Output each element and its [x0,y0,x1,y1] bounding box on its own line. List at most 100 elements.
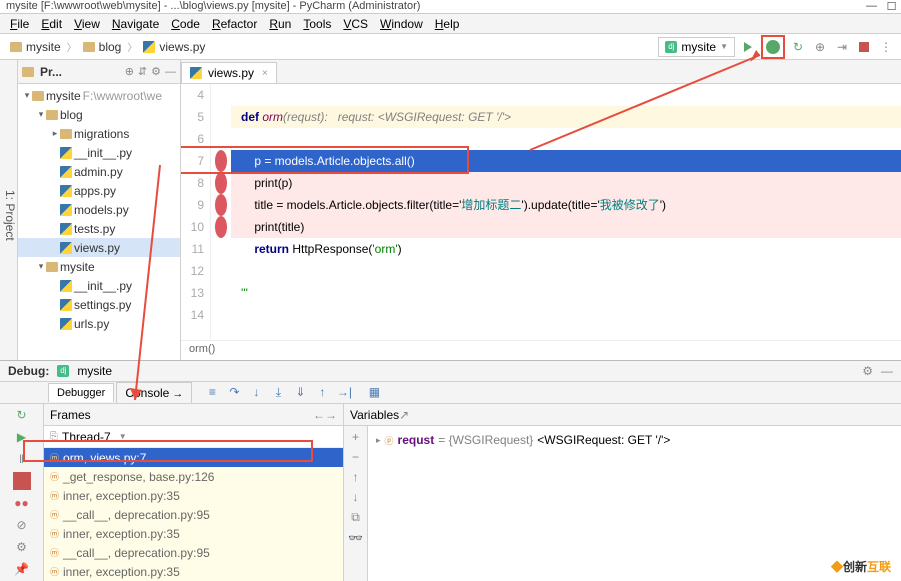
project-panel-title: Pr... [40,65,62,79]
next-frame-icon[interactable]: → [325,408,337,422]
frames-list[interactable]: ⓜorm, views.py:7ⓜ_get_response, base.py:… [44,448,343,581]
tree-item[interactable]: ▾mysiteF:\wwwroot\we [18,86,180,105]
menu-file[interactable]: File [4,15,35,33]
menu-refactor[interactable]: Refactor [206,15,263,33]
more-button[interactable]: ⋮ [877,38,895,56]
glasses-icon[interactable]: 👓 [348,531,363,545]
tree-item[interactable]: urls.py [18,314,180,333]
step-over-icon[interactable]: ↷ [226,385,242,401]
chevron-down-icon: ▼ [119,432,127,441]
mute-breakpoints-button[interactable]: ⊘ [13,516,31,534]
project-tool-button[interactable]: 1: Project [0,60,18,360]
view-breakpoints-button[interactable]: ●● [13,494,31,512]
frame-row[interactable]: ⓜ__call__, deprecation.py:95 [44,505,343,524]
nav-bar: mysite 〉 blog 〉 views.py dj mysite ▼ ↻ ⊕… [0,34,901,60]
code-area[interactable]: def orm(requst): requst: <WSGIRequest: G… [231,84,901,340]
rerun-button[interactable]: ↻ [13,406,31,424]
menu-window[interactable]: Window [374,15,429,33]
hide-icon[interactable]: — [881,364,893,378]
stop-button[interactable] [13,472,31,490]
remove-watch-icon[interactable]: − [352,450,359,464]
menu-code[interactable]: Code [165,15,206,33]
pause-button[interactable]: ‖ [13,450,31,468]
tab-debugger[interactable]: Debugger [48,383,114,402]
tree-item[interactable]: ▾blog [18,105,180,124]
menu-tools[interactable]: Tools [297,15,337,33]
tree-item[interactable]: admin.py [18,162,180,181]
frame-row[interactable]: ⓜ__call__, deprecation.py:95 [44,543,343,562]
run-button[interactable] [739,38,757,56]
folder-icon [22,67,34,77]
thread-selector[interactable]: ⎘ Thread-7 ▼ [44,426,343,448]
tree-item[interactable]: tests.py [18,219,180,238]
run-to-cursor-icon[interactable]: →| [336,385,352,401]
copy-icon[interactable]: ⧉ [351,510,360,525]
tree-item[interactable]: ▾mysite [18,257,180,276]
breadcrumb-views[interactable]: views.py [139,38,209,56]
project-tree[interactable]: ▾mysiteF:\wwwroot\we▾blog▸migrations__in… [18,84,180,360]
hide-icon[interactable]: — [165,66,176,78]
code-breadcrumb[interactable]: orm() [181,340,901,360]
evaluate-icon[interactable]: ▦ [366,385,382,401]
breadcrumb-blog[interactable]: blog [79,38,126,56]
add-watch-icon[interactable]: + [352,430,359,444]
param-icon: ⓟ [385,434,394,447]
target-icon[interactable]: ⊕ [125,65,134,78]
pin-button[interactable]: 📌 [13,560,31,578]
tree-item[interactable]: ▸migrations [18,124,180,143]
debug-button[interactable] [764,38,782,56]
force-step-icon[interactable]: ⇓ [292,385,308,401]
tree-item[interactable]: models.py [18,200,180,219]
tree-item[interactable]: settings.py [18,295,180,314]
menu-run[interactable]: Run [263,15,297,33]
breakpoint-icon[interactable] [215,172,227,194]
menu-vcs[interactable]: VCS [337,15,374,33]
menu-navigate[interactable]: Navigate [106,15,165,33]
frame-row[interactable]: ⓜinner, exception.py:35 [44,486,343,505]
tree-item[interactable]: __init__.py [18,143,180,162]
tab-console[interactable]: Console → [116,382,192,403]
run-config-selector[interactable]: dj mysite ▼ [658,37,735,57]
step-out-icon[interactable]: ↑ [314,385,330,401]
show-execution-icon[interactable]: ≡ [204,385,220,401]
settings-button[interactable]: ⚙ [13,538,31,556]
line-gutter[interactable]: 4567891011121314 [181,84,211,340]
menu-edit[interactable]: Edit [35,15,68,33]
frames-title: Frames [50,408,91,422]
up-icon[interactable]: ↑ [353,470,359,484]
frame-row[interactable]: ⓜinner, exception.py:35 [44,524,343,543]
restore-icon[interactable]: ↗ [399,408,409,422]
gear-icon[interactable]: ⚙ [151,65,161,78]
tree-item[interactable]: __init__.py [18,276,180,295]
step-into-my-icon[interactable]: ⤓ [270,385,286,401]
menu-view[interactable]: View [68,15,106,33]
stop-button[interactable] [855,38,873,56]
step-into-icon[interactable]: ↓ [248,385,264,401]
expand-icon[interactable]: ▸ [376,435,381,446]
breakpoint-icon[interactable] [215,216,227,238]
editor: views.py × 4567891011121314 def orm(requ… [181,60,901,360]
frame-row[interactable]: ⓜorm, views.py:7 [44,448,343,467]
editor-tab-views[interactable]: views.py × [181,62,277,83]
tree-item[interactable]: apps.py [18,181,180,200]
attach-button[interactable]: ⇥ [833,38,851,56]
gear-icon[interactable]: ⚙ [862,364,873,378]
down-icon[interactable]: ↓ [353,490,359,504]
prev-frame-icon[interactable]: ← [313,408,325,422]
breakpoint-gutter[interactable] [211,84,231,340]
profile-button[interactable]: ⊕ [811,38,829,56]
menu-help[interactable]: Help [429,15,466,33]
breakpoint-icon[interactable] [215,150,227,172]
minimize-icon[interactable]: — [866,0,876,13]
collapse-icon[interactable]: ⇵ [138,65,147,78]
close-icon[interactable]: × [262,68,268,79]
resume-button[interactable]: ▶ [13,428,31,446]
frame-row[interactable]: ⓜ_get_response, base.py:126 [44,467,343,486]
frame-row[interactable]: ⓜinner, exception.py:35 [44,562,343,581]
breakpoint-icon[interactable] [215,194,227,216]
variables-tree[interactable]: ▸ ⓟ requst = {WSGIRequest} <WSGIRequest:… [368,426,901,581]
tree-item[interactable]: views.py [18,238,180,257]
breadcrumb-mysite[interactable]: mysite [6,38,65,56]
coverage-button[interactable]: ↻ [789,38,807,56]
maximize-icon[interactable]: ☐ [887,0,897,13]
